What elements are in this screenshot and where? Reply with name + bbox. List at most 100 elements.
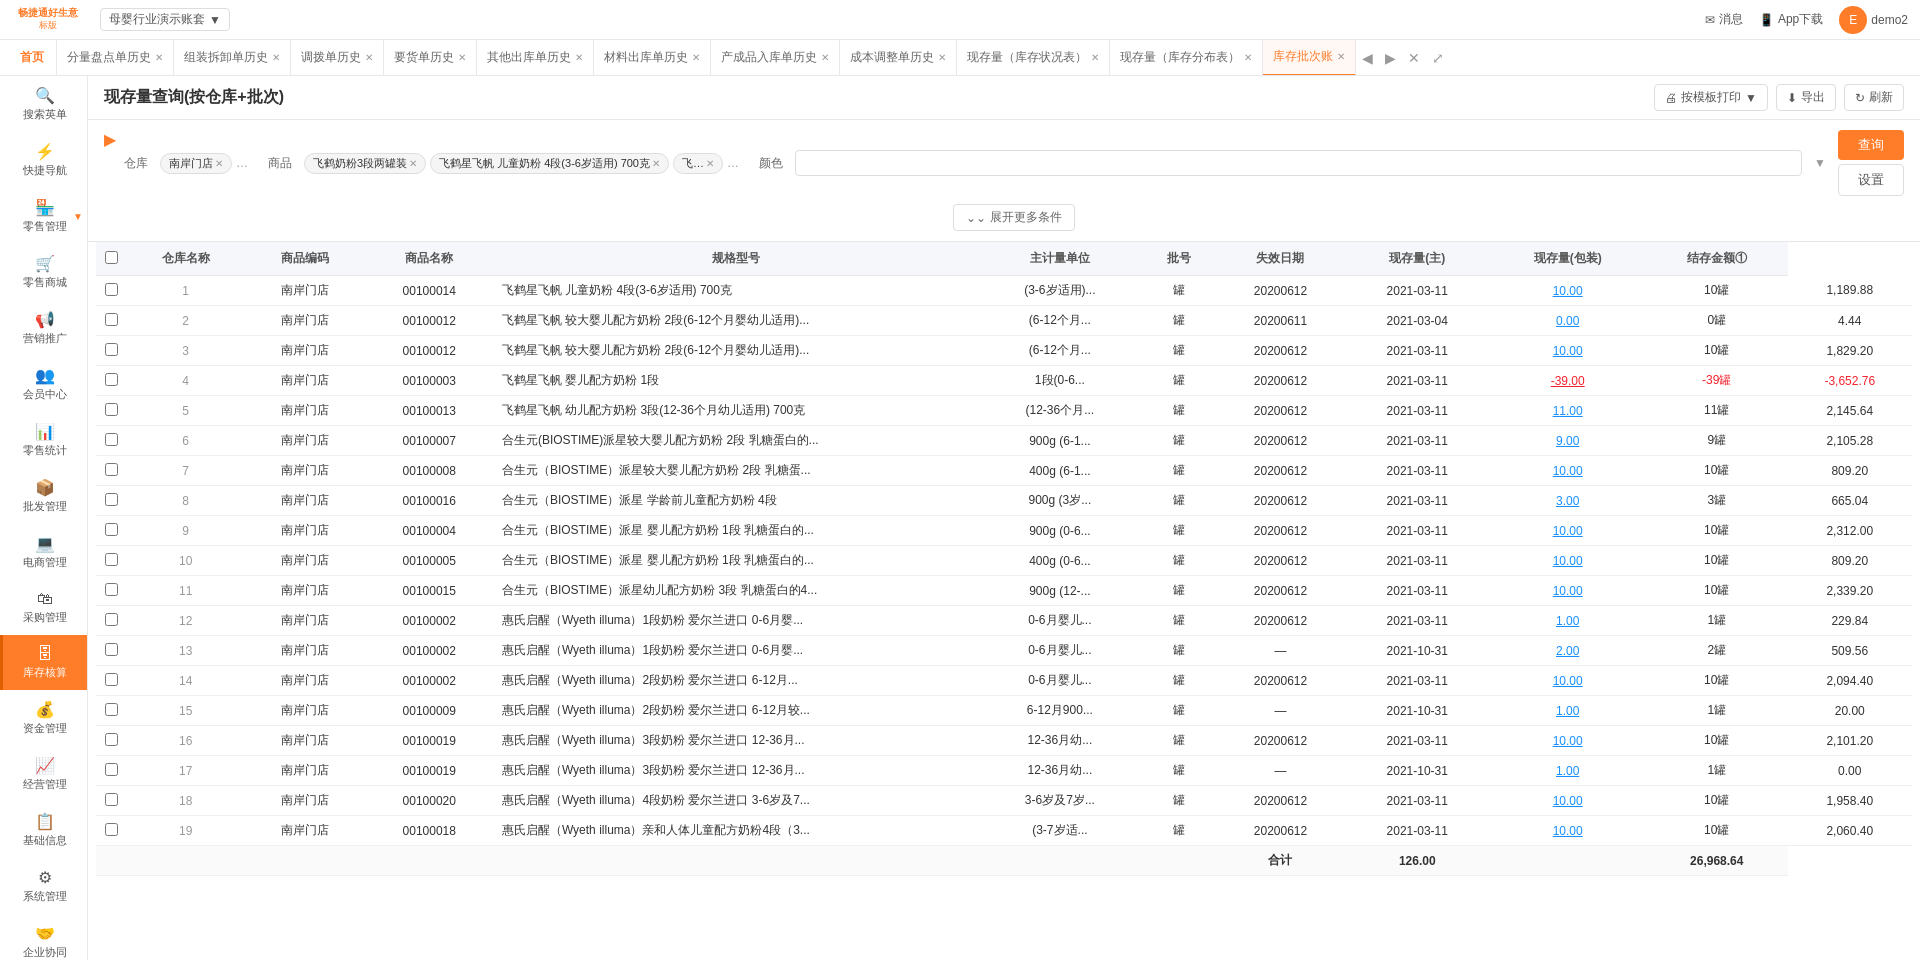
cell-qty-main[interactable]: 10.00 (1489, 786, 1646, 816)
cell-qty-main[interactable]: -39.00 (1489, 366, 1646, 396)
sidebar-item-finance[interactable]: 💰 资金管理 (0, 690, 87, 746)
store-selector[interactable]: 母婴行业演示账套 ▼ (100, 8, 230, 31)
row-checkbox-cell[interactable] (96, 396, 126, 426)
row-checkbox-cell[interactable] (96, 366, 126, 396)
app-download-btn[interactable]: 📱 App下载 (1759, 11, 1823, 28)
sidebar-item-quick-nav[interactable]: ⚡ 快捷导航 (0, 132, 87, 188)
export-btn[interactable]: ⬇ 导出 (1776, 84, 1836, 111)
cell-qty-main[interactable]: 3.00 (1489, 486, 1646, 516)
cell-qty-main[interactable]: 1.00 (1489, 756, 1646, 786)
row-checkbox-cell[interactable] (96, 756, 126, 786)
color-input[interactable] (795, 150, 1802, 176)
tab-close-icon[interactable]: ✕ (938, 52, 946, 63)
row-checkbox-cell[interactable] (96, 816, 126, 846)
message-btn[interactable]: ✉ 消息 (1705, 11, 1743, 28)
expand-more-conditions-btn[interactable]: ⌄⌄ 展开更多条件 (953, 204, 1075, 231)
row-checkbox[interactable] (105, 793, 118, 806)
cell-qty-main[interactable]: 9.00 (1489, 426, 1646, 456)
tag-close-icon[interactable]: ✕ (409, 158, 417, 169)
tab-close-icon[interactable]: ✕ (458, 52, 466, 63)
row-checkbox-cell[interactable] (96, 456, 126, 486)
tag-close-icon[interactable]: ✕ (652, 158, 660, 169)
tab-close-all[interactable]: ✕ (1402, 50, 1426, 66)
cell-qty-main[interactable]: 10.00 (1489, 276, 1646, 306)
tab-stock-dist[interactable]: 现存量（库存分布表） ✕ (1110, 40, 1263, 76)
setting-btn[interactable]: 设置 (1838, 164, 1904, 196)
row-checkbox[interactable] (105, 493, 118, 506)
row-checkbox[interactable] (105, 643, 118, 656)
tab-close-icon[interactable]: ✕ (1091, 52, 1099, 63)
row-checkbox-cell[interactable] (96, 606, 126, 636)
tab-demand-history[interactable]: 要货单历史 ✕ (384, 40, 477, 76)
row-checkbox-cell[interactable] (96, 276, 126, 306)
row-checkbox[interactable] (105, 763, 118, 776)
sidebar-item-retail-stats[interactable]: 📊 零售统计 (0, 412, 87, 468)
template-print-btn[interactable]: 🖨 按模板打印 ▼ (1654, 84, 1768, 111)
cell-qty-main[interactable]: 10.00 (1489, 456, 1646, 486)
row-checkbox-cell[interactable] (96, 546, 126, 576)
row-checkbox-cell[interactable] (96, 306, 126, 336)
refresh-btn[interactable]: ↻ 刷新 (1844, 84, 1904, 111)
row-checkbox-cell[interactable] (96, 786, 126, 816)
cell-qty-main[interactable]: 10.00 (1489, 576, 1646, 606)
row-checkbox[interactable] (105, 433, 118, 446)
warehouse-tag-nanajiamdian[interactable]: 南岸门店 ✕ (160, 153, 232, 174)
product-tag-2[interactable]: 飞鹤星飞帆 儿童奶粉 4段(3-6岁适用) 700克 ✕ (430, 153, 669, 174)
tab-material-out[interactable]: 材料出库单历史 ✕ (594, 40, 711, 76)
row-checkbox[interactable] (105, 283, 118, 296)
tab-close-icon[interactable]: ✕ (821, 52, 829, 63)
tab-split-history[interactable]: 分量盘点单历史 ✕ (57, 40, 174, 76)
row-checkbox[interactable] (105, 553, 118, 566)
product-filter-more[interactable]: … (727, 156, 739, 170)
row-checkbox[interactable] (105, 463, 118, 476)
tab-cost-adjust[interactable]: 成本调整单历史 ✕ (840, 40, 957, 76)
row-checkbox-cell[interactable] (96, 666, 126, 696)
sidebar-item-marketing[interactable]: 📢 营销推广 (0, 300, 87, 356)
cell-qty-main[interactable]: 11.00 (1489, 396, 1646, 426)
row-checkbox-cell[interactable] (96, 336, 126, 366)
sidebar-item-system[interactable]: ⚙ 系统管理 (0, 858, 87, 914)
user-profile[interactable]: E demo2 (1839, 6, 1908, 34)
tab-batch-ledger[interactable]: 库存批次账 ✕ (1263, 40, 1356, 76)
tab-scroll-left[interactable]: ◀ (1356, 50, 1379, 66)
sidebar-item-wholesale[interactable]: 📦 批发管理 (0, 468, 87, 524)
row-checkbox-cell[interactable] (96, 576, 126, 606)
search-btn[interactable]: 查询 (1838, 130, 1904, 160)
cell-qty-main[interactable]: 1.00 (1489, 606, 1646, 636)
cell-qty-main[interactable]: 10.00 (1489, 546, 1646, 576)
row-checkbox-cell[interactable] (96, 696, 126, 726)
row-checkbox-cell[interactable] (96, 636, 126, 666)
sidebar-item-retail-mgmt[interactable]: 🏪 零售管理 ▼ (0, 188, 87, 244)
cell-qty-main[interactable]: 2.00 (1489, 636, 1646, 666)
sidebar-item-stock[interactable]: 🗄 库存核算 (0, 635, 87, 690)
tab-home[interactable]: 首页 (8, 40, 57, 76)
select-all-checkbox[interactable] (105, 251, 118, 264)
cell-qty-main[interactable]: 10.00 (1489, 666, 1646, 696)
row-checkbox[interactable] (105, 673, 118, 686)
tag-close-icon[interactable]: ✕ (215, 158, 223, 169)
sidebar-item-basic[interactable]: 📋 基础信息 (0, 802, 87, 858)
tab-other-out-history[interactable]: 其他出库单历史 ✕ (477, 40, 594, 76)
cell-qty-main[interactable]: 10.00 (1489, 816, 1646, 846)
filter-more-btn[interactable]: … (236, 156, 248, 170)
tab-scroll-right[interactable]: ▶ (1379, 50, 1402, 66)
tag-close-icon[interactable]: ✕ (706, 158, 714, 169)
cell-qty-main[interactable]: 1.00 (1489, 696, 1646, 726)
sidebar-item-retail-store[interactable]: 🛒 零售商城 (0, 244, 87, 300)
row-checkbox[interactable] (105, 583, 118, 596)
product-tag-3[interactable]: 飞… ✕ (673, 153, 723, 174)
row-checkbox[interactable] (105, 403, 118, 416)
row-checkbox[interactable] (105, 373, 118, 386)
tab-close-icon[interactable]: ✕ (575, 52, 583, 63)
row-checkbox-cell[interactable] (96, 486, 126, 516)
row-checkbox-cell[interactable] (96, 726, 126, 756)
sidebar-item-ecommerce[interactable]: 💻 电商管理 (0, 524, 87, 580)
sidebar-item-search[interactable]: 🔍 搜索英单 (0, 76, 87, 132)
row-checkbox[interactable] (105, 313, 118, 326)
tab-fullscreen[interactable]: ⤢ (1426, 50, 1450, 66)
tab-close-icon[interactable]: ✕ (1244, 52, 1252, 63)
tab-close-icon[interactable]: ✕ (1337, 51, 1345, 62)
row-checkbox-cell[interactable] (96, 426, 126, 456)
row-checkbox[interactable] (105, 733, 118, 746)
cell-qty-main[interactable]: 10.00 (1489, 516, 1646, 546)
